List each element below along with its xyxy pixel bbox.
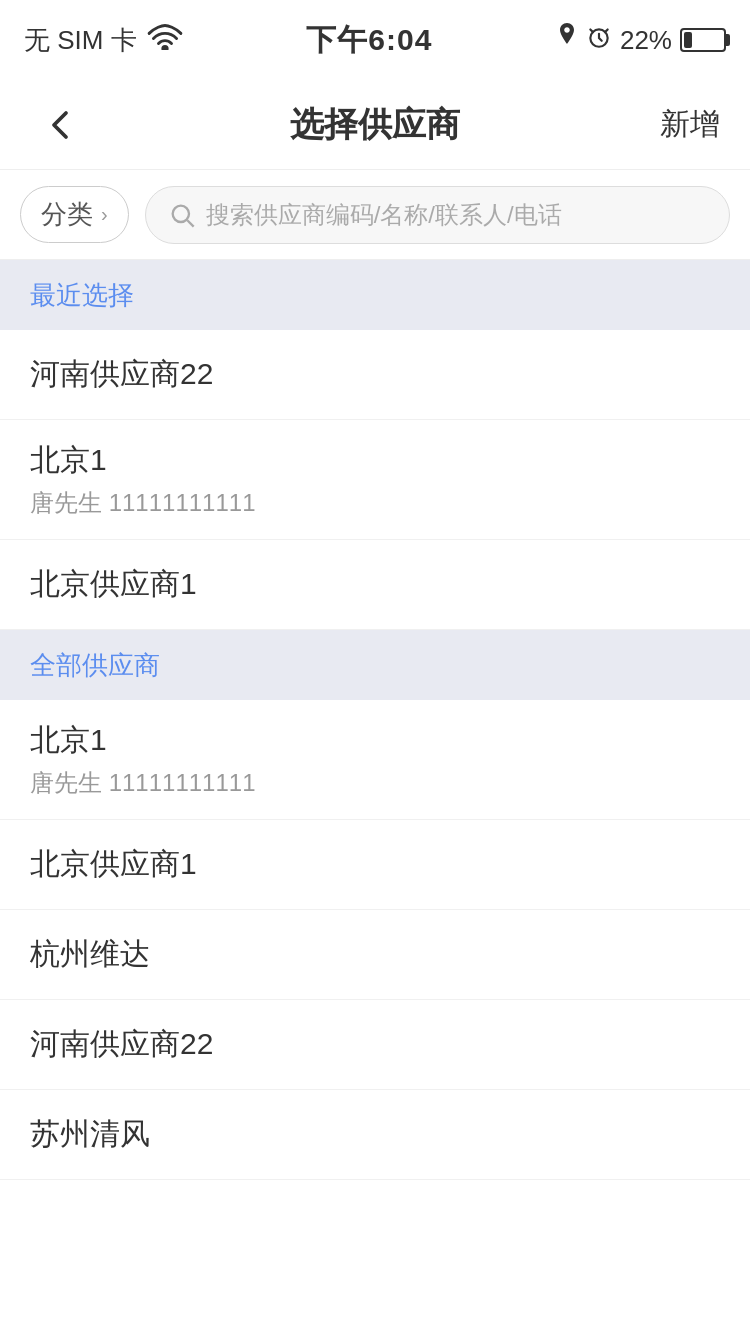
search-placeholder: 搜索供应商编码/名称/联系人/电话 — [206, 199, 562, 231]
item-name: 河南供应商22 — [30, 1024, 720, 1065]
status-right: 22% — [556, 23, 726, 58]
list-item[interactable]: 河南供应商22 — [0, 330, 750, 420]
search-icon — [168, 201, 196, 229]
item-sub: 唐先生 11111111111 — [30, 767, 720, 799]
svg-line-3 — [187, 220, 193, 226]
status-bar: 无 SIM 卡 下午6:04 22% — [0, 0, 750, 80]
nav-bar: 选择供应商 新增 — [0, 80, 750, 170]
list-item[interactable]: 苏州清风 — [0, 1090, 750, 1180]
filter-bar: 分类 › 搜索供应商编码/名称/联系人/电话 — [0, 170, 750, 260]
wifi-icon — [147, 24, 183, 57]
all-section-label: 全部供应商 — [30, 648, 160, 683]
chevron-right-icon: › — [101, 203, 108, 226]
list-item[interactable]: 北京供应商1 — [0, 820, 750, 910]
location-icon — [556, 23, 578, 58]
search-input-wrapper[interactable]: 搜索供应商编码/名称/联系人/电话 — [145, 186, 730, 244]
list-item[interactable]: 北京供应商1 — [0, 540, 750, 630]
list-item[interactable]: 河南供应商22 — [0, 1000, 750, 1090]
svg-point-0 — [163, 46, 167, 50]
battery-icon — [680, 28, 726, 52]
recent-list: 河南供应商22 北京1 唐先生 11111111111 北京供应商1 — [0, 330, 750, 630]
item-name: 河南供应商22 — [30, 354, 720, 395]
page-title: 选择供应商 — [290, 102, 460, 148]
add-button[interactable]: 新增 — [660, 104, 720, 145]
carrier-text: 无 SIM 卡 — [24, 23, 137, 58]
list-item[interactable]: 杭州维达 — [0, 910, 750, 1000]
list-item[interactable]: 北京1 唐先生 11111111111 — [0, 700, 750, 820]
item-name: 北京1 — [30, 720, 720, 761]
item-name: 北京1 — [30, 440, 720, 481]
battery-percentage: 22% — [620, 25, 672, 56]
back-button[interactable] — [30, 95, 90, 155]
all-list: 北京1 唐先生 11111111111 北京供应商1 杭州维达 河南供应商22 … — [0, 700, 750, 1180]
item-name: 杭州维达 — [30, 934, 720, 975]
category-button[interactable]: 分类 › — [20, 186, 129, 243]
recent-section-header: 最近选择 — [0, 260, 750, 330]
item-name: 北京供应商1 — [30, 564, 720, 605]
item-name: 北京供应商1 — [30, 844, 720, 885]
alarm-icon — [586, 24, 612, 57]
status-left: 无 SIM 卡 — [24, 23, 183, 58]
item-name: 苏州清风 — [30, 1114, 720, 1155]
item-sub: 唐先生 11111111111 — [30, 487, 720, 519]
list-item[interactable]: 北京1 唐先生 11111111111 — [0, 420, 750, 540]
all-section-header: 全部供应商 — [0, 630, 750, 700]
svg-point-2 — [172, 205, 188, 221]
category-label: 分类 — [41, 197, 93, 232]
status-time: 下午6:04 — [306, 20, 432, 61]
recent-section-label: 最近选择 — [30, 278, 134, 313]
